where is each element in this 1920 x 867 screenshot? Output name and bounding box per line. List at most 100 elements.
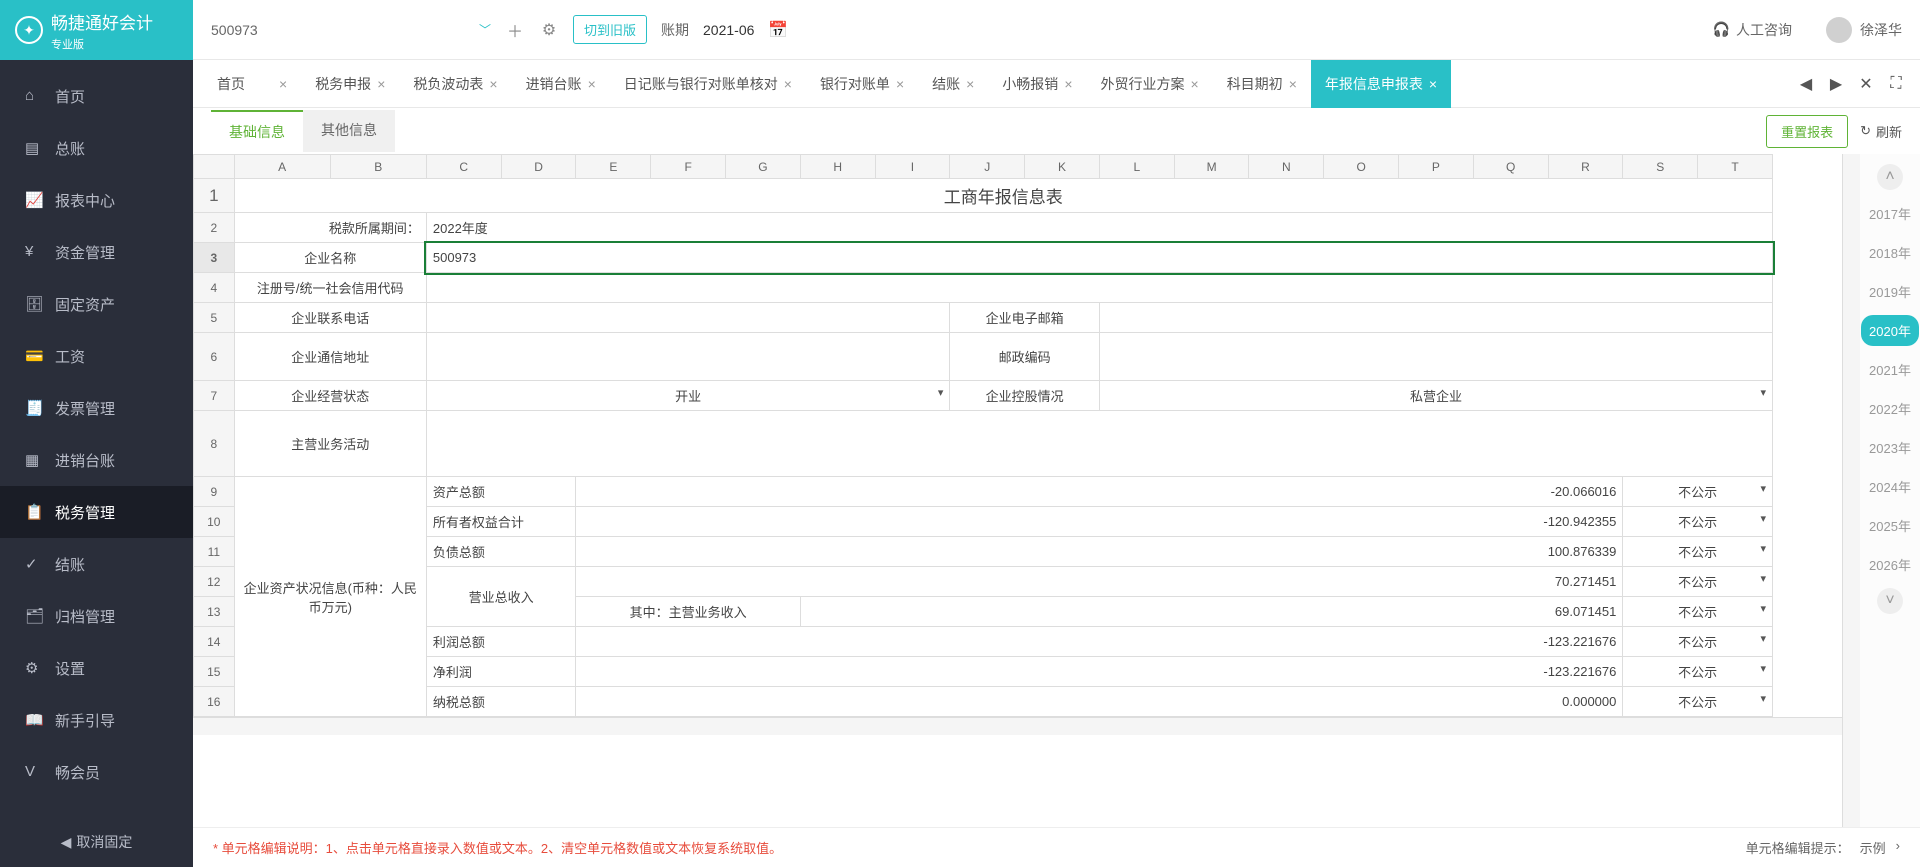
close-icon[interactable]: × [279,76,287,92]
footer-note: * 单元格编辑说明：1、点击单元格直接录入数值或文本。2、清空单元格数值或文本恢… [213,838,782,857]
gear-icon[interactable]: ⚙ [539,20,559,40]
tab[interactable]: 进销台账× [512,60,610,108]
tab-bar: 首页×税务申报×税负波动表×进销台账×日记账与银行对账单核对×银行对账单×结账×… [193,60,1920,108]
year-down[interactable]: ˅ [1877,588,1903,614]
tab-prev[interactable]: ◀ [1792,70,1820,98]
nav-salary[interactable]: 💳工资 [0,330,193,382]
nav-ledger[interactable]: ▤总账 [0,122,193,174]
year-option[interactable]: 2024年 [1861,471,1919,502]
tab[interactable]: 科目期初× [1213,60,1311,108]
horizontal-scrollbar[interactable] [193,717,1842,735]
unpin-button[interactable]: ◀取消固定 [0,817,193,867]
nav-home[interactable]: ⌂首页 [0,70,193,122]
help-button[interactable]: 🎧人工咨询 [1713,20,1792,40]
tab[interactable]: × [259,60,301,108]
col-header[interactable]: T [1698,155,1773,179]
nav-psi[interactable]: ▦进销台账 [0,434,193,486]
year-option[interactable]: 2021年 [1861,354,1919,385]
year-option[interactable]: 2025年 [1861,510,1919,541]
col-header[interactable]: C [426,155,501,179]
tax-icon: 📋 [25,503,43,521]
year-option[interactable]: 2022年 [1861,393,1919,424]
col-header[interactable]: G [726,155,801,179]
close-icon[interactable]: × [1064,76,1072,92]
year-option[interactable]: 2020年 [1861,315,1919,346]
tab[interactable]: 日记账与银行对账单核对× [610,60,806,108]
tab[interactable]: 银行对账单× [806,60,918,108]
col-header[interactable]: Q [1473,155,1548,179]
col-header[interactable]: J [950,155,1025,179]
tab[interactable]: 结账× [918,60,988,108]
col-header[interactable]: F [651,155,726,179]
col-header[interactable]: I [875,155,950,179]
refresh-button[interactable]: ↻刷新 [1860,122,1902,141]
tab[interactable]: 税负波动表× [399,60,511,108]
reset-button[interactable]: 重置报表 [1766,115,1848,148]
col-header[interactable]: B [330,155,426,179]
close-icon[interactable]: × [588,76,596,92]
year-up[interactable]: ˄ [1877,164,1903,190]
tab[interactable]: 年报信息申报表× [1311,60,1451,108]
fullscreen-icon[interactable]: ⛶ [1882,70,1910,98]
col-header[interactable]: S [1623,155,1698,179]
nav-close[interactable]: ✓结账 [0,538,193,590]
year-option[interactable]: 2023年 [1861,432,1919,463]
tab[interactable]: 外贸行业方案× [1087,60,1213,108]
col-header[interactable]: H [800,155,875,179]
nav-guide[interactable]: 📖新手引导 [0,694,193,746]
nav-tax[interactable]: 📋税务管理 [0,486,193,538]
col-header[interactable]: M [1174,155,1249,179]
col-header[interactable] [194,155,235,179]
plus-icon[interactable]: ＋ [505,20,525,40]
tab[interactable]: 首页 [203,60,259,108]
col-header[interactable]: O [1324,155,1399,179]
year-option[interactable]: 2017年 [1861,198,1919,229]
example-link[interactable]: 示例 [1860,838,1886,857]
footer: * 单元格编辑说明：1、点击单元格直接录入数值或文本。2、清空单元格数值或文本恢… [193,827,1920,867]
col-header[interactable]: D [501,155,576,179]
tab[interactable]: 税务申报× [301,60,399,108]
close-icon[interactable]: × [966,76,974,92]
spreadsheet[interactable]: ABCDEFGHIJKLMNOPQRST1工商年报信息表2税款所属期间：2022… [193,154,1842,827]
psi-icon: ▦ [25,451,43,469]
close-icon[interactable]: × [1191,76,1199,92]
nav-asset[interactable]: 🗄固定资产 [0,278,193,330]
nav-invoice[interactable]: 🧾发票管理 [0,382,193,434]
tab-next[interactable]: ▶ [1822,70,1850,98]
col-header[interactable]: K [1025,155,1100,179]
company-name-cell[interactable]: 500973 [426,243,1772,273]
year-option[interactable]: 2026年 [1861,549,1919,580]
logo-name: 畅捷通好会计 [51,9,153,34]
chevron-down-icon: ﹀ [479,21,491,38]
logo-icon: ✦ [15,16,43,44]
calendar-icon[interactable]: 📅 [768,20,788,40]
old-version-button[interactable]: 切到旧版 [573,15,647,44]
nav-gear[interactable]: ⚙设置 [0,642,193,694]
close-icon[interactable]: × [1429,76,1437,92]
company-select[interactable]: 500973﹀ [211,14,491,46]
tab[interactable]: 小畅报销× [988,60,1086,108]
nav-vip[interactable]: V畅会员 [0,746,193,798]
close-icon[interactable]: × [1289,76,1297,92]
nav-money[interactable]: ¥资金管理 [0,226,193,278]
col-header[interactable]: A [234,155,330,179]
year-option[interactable]: 2018年 [1861,237,1919,268]
tab-close-all[interactable]: ✕ [1852,70,1880,98]
col-header[interactable]: P [1399,155,1474,179]
year-option[interactable]: 2019年 [1861,276,1919,307]
close-icon[interactable]: × [489,76,497,92]
close-icon[interactable]: × [896,76,904,92]
chevron-right-icon[interactable]: › [1896,838,1900,857]
col-header[interactable]: N [1249,155,1324,179]
close-icon[interactable]: × [377,76,385,92]
col-header[interactable]: E [576,155,651,179]
col-header[interactable]: L [1099,155,1174,179]
close-icon[interactable]: × [784,76,792,92]
nav-archive[interactable]: 🗂归档管理 [0,590,193,642]
vertical-scrollbar[interactable] [1842,154,1860,827]
user-menu[interactable]: 徐泽华 [1826,17,1902,43]
subtab[interactable]: 其他信息 [303,110,395,152]
nav-chart[interactable]: 📈报表中心 [0,174,193,226]
subtab[interactable]: 基础信息 [211,110,303,152]
col-header[interactable]: R [1548,155,1623,179]
